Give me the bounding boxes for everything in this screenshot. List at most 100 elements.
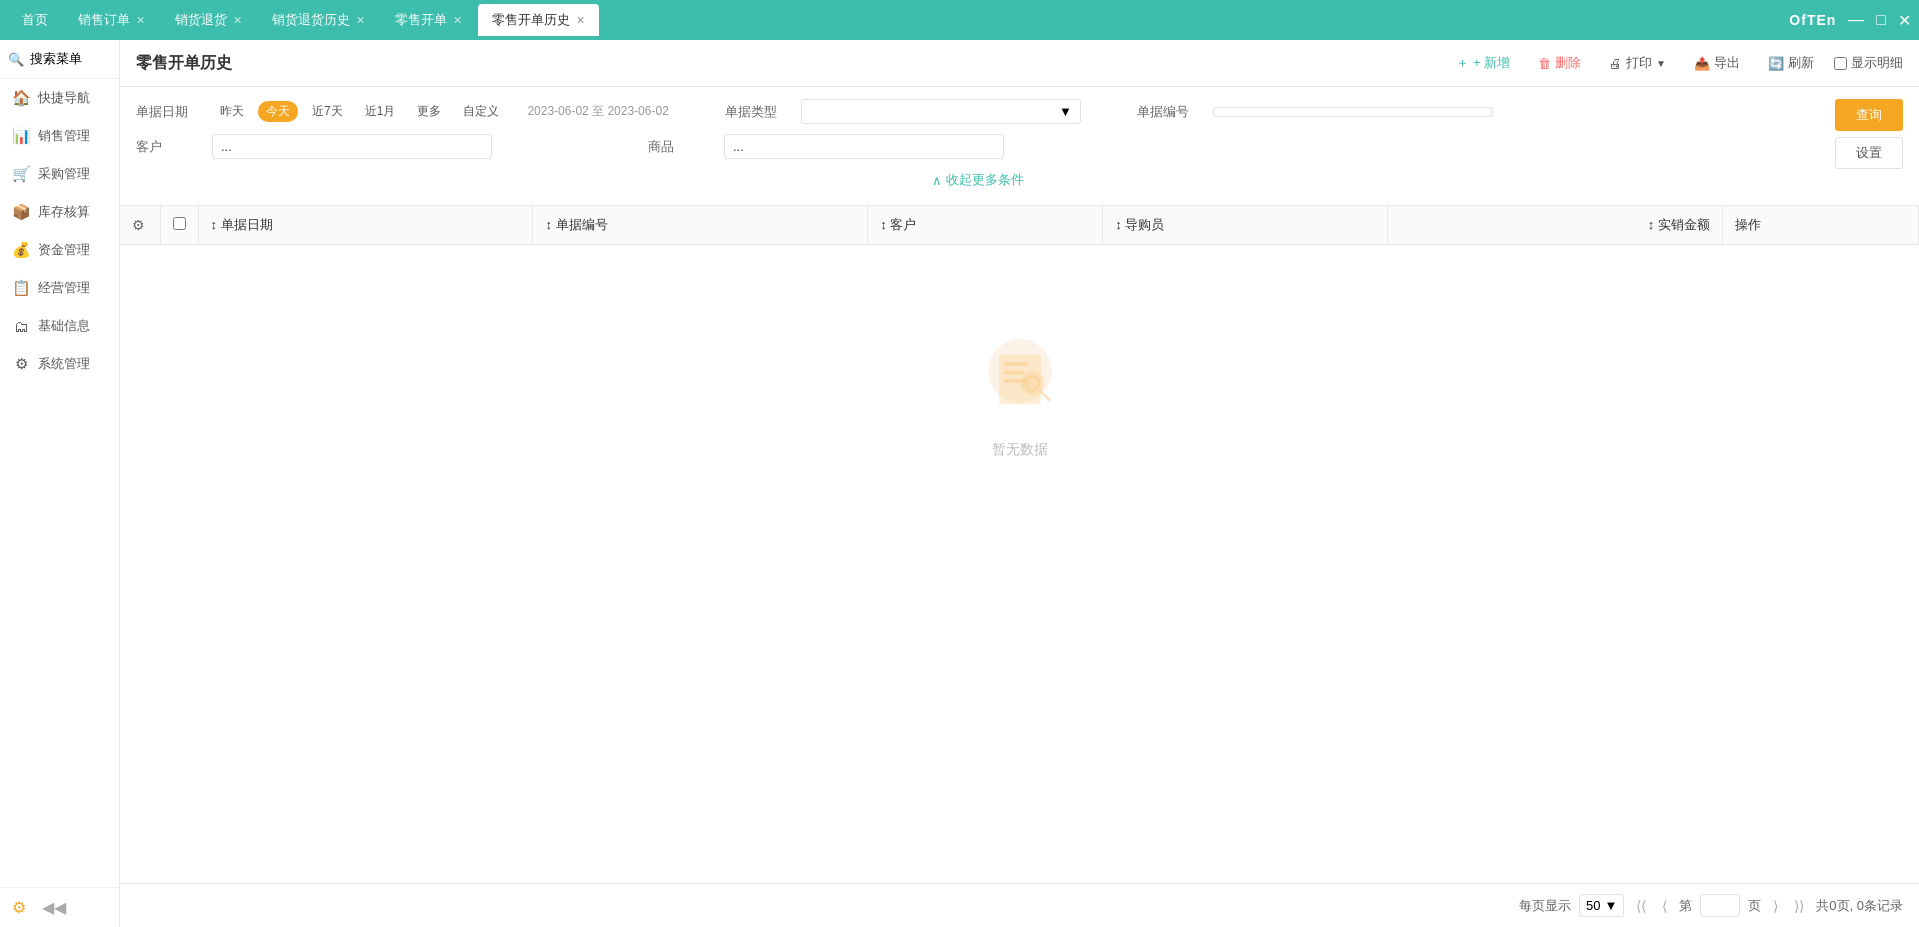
refresh-button[interactable]: 🔄 刷新: [1760, 50, 1822, 76]
export-button[interactable]: 📤 导出: [1686, 50, 1748, 76]
empty-state: 暂无数据: [120, 245, 1919, 539]
th-amount[interactable]: ↕ 实销金额: [1388, 206, 1723, 245]
page-size-dropdown-icon: ▼: [1604, 898, 1617, 913]
filter-row-2: 客户 ... 商品 ...: [136, 134, 1819, 159]
print-button[interactable]: 🖨 打印 ▼: [1601, 50, 1674, 76]
tab-retail-open-history[interactable]: 零售开单历史✕: [478, 4, 599, 36]
tab-list: 首页销售订单✕销货退货✕销货退货历史✕零售开单✕零售开单历史✕: [8, 4, 599, 36]
doc-type-label: 单据类型: [725, 103, 785, 121]
table-settings-icon[interactable]: ⚙: [132, 217, 145, 233]
customer-input[interactable]: ...: [212, 134, 492, 159]
first-page-btn[interactable]: ⟨⟨: [1632, 896, 1650, 916]
query-button[interactable]: 查询: [1835, 99, 1903, 131]
setting-button[interactable]: 设置: [1835, 137, 1903, 169]
operations-icon: 📋: [12, 279, 30, 297]
sidebar-item-purchase-mgmt[interactable]: 🛒采购管理: [0, 155, 119, 193]
col-no-label: 单据编号: [556, 217, 608, 232]
filter-area: 单据日期 昨天今天近7天近1月更多自定义 2023-06-02 至 2023-0…: [120, 87, 1919, 206]
goods-input[interactable]: ...: [724, 134, 1004, 159]
th-salesperson[interactable]: ↕ 导购员: [1103, 206, 1388, 245]
date-btn-今天[interactable]: 今天: [258, 101, 298, 122]
sidebar-item-label: 基础信息: [38, 317, 90, 335]
date-btn-近1月[interactable]: 近1月: [357, 101, 404, 122]
tab-close-icon[interactable]: ✕: [136, 14, 145, 27]
svg-line-6: [1040, 392, 1048, 400]
page-label: 第: [1679, 897, 1692, 915]
date-btn-自定义[interactable]: 自定义: [455, 101, 507, 122]
page-label-suffix: 页: [1748, 897, 1761, 915]
empty-text: 暂无数据: [992, 441, 1048, 459]
goods-label: 商品: [648, 138, 708, 156]
prev-page-btn[interactable]: ⟨: [1658, 896, 1671, 916]
sidebar-search[interactable]: 🔍 搜索菜单: [0, 40, 119, 79]
delete-button[interactable]: 🗑 删除: [1530, 50, 1589, 76]
show-detail-input[interactable]: [1834, 57, 1847, 70]
content-area: 零售开单历史 ＋ + 新增 🗑 删除 🖨 打印 ▼ 📤 导出: [120, 40, 1919, 927]
page-size-select[interactable]: 50 ▼: [1579, 894, 1624, 917]
th-settings[interactable]: ⚙: [120, 206, 160, 245]
sidebar-item-quick-nav[interactable]: 🏠快捷导航: [0, 79, 119, 117]
sidebar-item-label: 采购管理: [38, 165, 90, 183]
sidebar-item-operations[interactable]: 📋经营管理: [0, 269, 119, 307]
sidebar-item-basic-info[interactable]: 🗂 基础信息: [0, 307, 119, 345]
th-no[interactable]: ↕ 单据编号: [533, 206, 868, 245]
page-number-input[interactable]: 1: [1700, 894, 1740, 917]
tab-close-icon[interactable]: ✕: [356, 14, 365, 27]
toolbar: ＋ + 新增 🗑 删除 🖨 打印 ▼ 📤 导出 🔄: [1448, 50, 1903, 76]
tab-close-icon[interactable]: ✕: [576, 14, 585, 27]
search-icon: 🔍: [8, 52, 24, 67]
tab-close-icon[interactable]: ✕: [233, 14, 242, 27]
minimize-btn[interactable]: —: [1848, 11, 1864, 29]
date-label: 单据日期: [136, 103, 196, 121]
sidebar-item-finance[interactable]: 💰资金管理: [0, 231, 119, 269]
page-header: 零售开单历史 ＋ + 新增 🗑 删除 🖨 打印 ▼ 📤 导出: [120, 40, 1919, 87]
th-customer[interactable]: ↕ 客户: [868, 206, 1103, 245]
refresh-icon: 🔄: [1768, 56, 1784, 71]
th-date[interactable]: ↕ 单据日期: [198, 206, 533, 245]
date-buttons: 昨天今天近7天近1月更多自定义: [212, 101, 507, 122]
settings-icon[interactable]: ⚙: [12, 898, 26, 917]
tab-sales-return-history[interactable]: 销货退货历史 ✕: [258, 4, 379, 36]
next-page-btn[interactable]: ⟩: [1769, 896, 1782, 916]
collapse-filter-btn[interactable]: ∧ 收起更多条件: [932, 167, 1024, 193]
tab-label: 零售开单: [395, 11, 447, 29]
collapse-sidebar-icon[interactable]: ◀◀: [42, 898, 66, 917]
maximize-btn[interactable]: □: [1876, 11, 1886, 29]
sidebar-item-sales-mgmt[interactable]: 📊 销售管理: [0, 117, 119, 155]
system-mgmt-icon: ⚙: [12, 355, 30, 373]
svg-rect-2: [1003, 363, 1028, 366]
th-checkbox[interactable]: [160, 206, 198, 245]
tab-label: 销货退货历史: [272, 11, 350, 29]
tab-label: 销售订单: [78, 11, 130, 29]
sidebar: 🔍 搜索菜单 🏠快捷导航 📊 销售管理 🛒采购管理📦库存核算💰资金管理📋经营管理 🗂 基础…: [0, 40, 120, 927]
basic-info-icon: 🗂: [12, 318, 30, 335]
date-btn-昨天[interactable]: 昨天: [212, 101, 252, 122]
top-bar: 首页销售订单✕销货退货✕销货退货历史✕零售开单✕零售开单历史✕ OfTEn — …: [0, 0, 1919, 40]
date-range: 2023-06-02 至 2023-06-02: [527, 103, 668, 120]
sales-mgmt-icon: 📊: [12, 127, 30, 145]
close-btn[interactable]: ✕: [1898, 11, 1911, 30]
last-page-btn[interactable]: ⟩⟩: [1790, 896, 1808, 916]
svg-rect-3: [1003, 371, 1024, 374]
tab-sales-order[interactable]: 销售订单 ✕: [64, 4, 159, 36]
filter-row-1: 单据日期 昨天今天近7天近1月更多自定义 2023-06-02 至 2023-0…: [136, 99, 1819, 124]
sidebar-item-system-mgmt[interactable]: ⚙系统管理: [0, 345, 119, 383]
show-detail-checkbox[interactable]: 显示明细: [1834, 54, 1903, 72]
tab-sales-return[interactable]: 销货退货✕: [161, 4, 256, 36]
sidebar-item-label: 销售管理: [38, 127, 90, 145]
table-area: ⚙ ↕ 单据日期 ↕ 单据编号: [120, 206, 1919, 883]
tab-retail-open[interactable]: 零售开单 ✕: [381, 4, 476, 36]
add-button[interactable]: ＋ + 新增: [1448, 50, 1518, 76]
doc-type-select[interactable]: ▼: [801, 99, 1081, 124]
tab-home[interactable]: 首页: [8, 4, 62, 36]
add-icon: ＋: [1456, 54, 1469, 72]
page-total: 共0页, 0条记录: [1816, 897, 1903, 915]
date-btn-更多[interactable]: 更多: [409, 101, 449, 122]
tab-close-icon[interactable]: ✕: [453, 14, 462, 27]
date-btn-近7天[interactable]: 近7天: [304, 101, 351, 122]
doc-no-input[interactable]: [1213, 107, 1493, 117]
quick-nav-icon: 🏠: [12, 89, 30, 107]
select-all-checkbox[interactable]: [173, 217, 186, 230]
sidebar-item-inventory[interactable]: 📦库存核算: [0, 193, 119, 231]
page-title: 零售开单历史: [136, 53, 232, 74]
